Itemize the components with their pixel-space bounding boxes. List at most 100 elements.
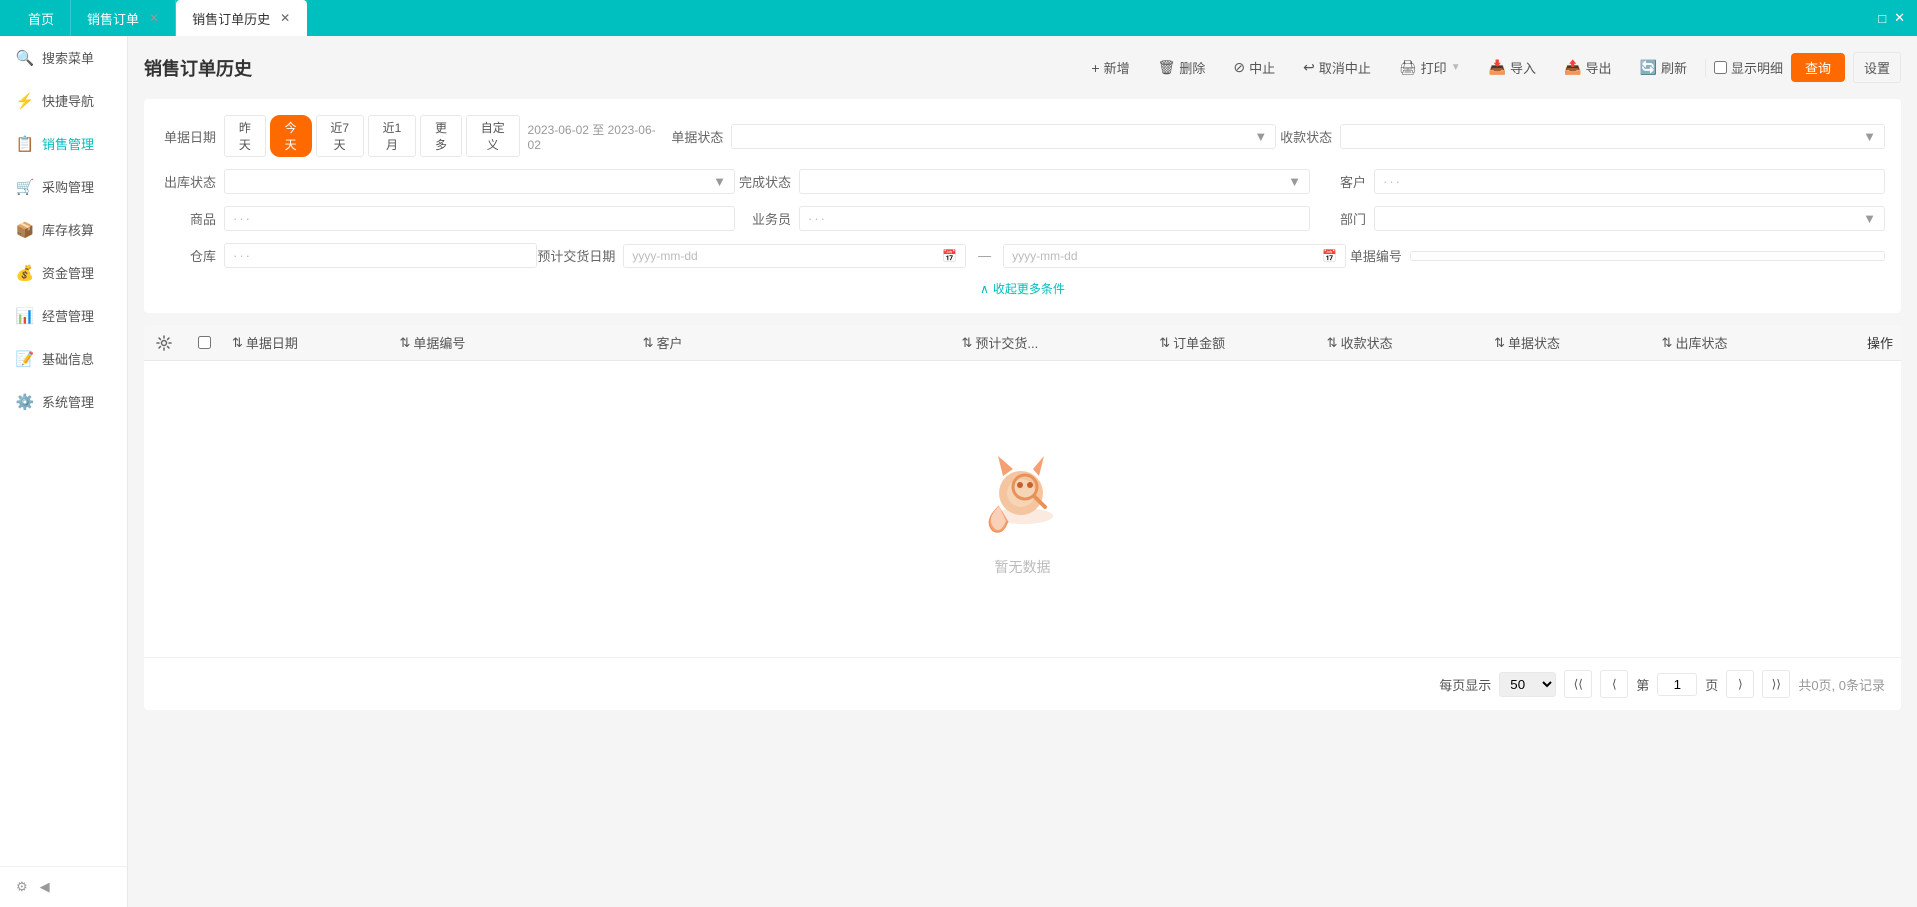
page-prev-button[interactable]: ⟨ <box>1600 670 1628 698</box>
sidebar-item-system-mgmt[interactable]: ⚙️ 系统管理 <box>0 380 127 423</box>
col-status-label: 单据状态 <box>1508 333 1560 352</box>
warehouse-dots: ··· <box>233 248 252 263</box>
select-all-checkbox[interactable] <box>198 336 211 349</box>
print-arrow-icon: ▼ <box>1451 62 1461 73</box>
delete-label: 删除 <box>1179 58 1205 77</box>
sidebar-collapse-icon[interactable]: ◀ <box>40 879 50 895</box>
date-yesterday[interactable]: 昨天 <box>224 115 266 157</box>
warehouse-input[interactable]: ··· <box>224 243 537 268</box>
query-button[interactable]: 查询 <box>1791 53 1845 82</box>
tab-home-label: 首页 <box>28 9 54 28</box>
sidebar-item-search-menu[interactable]: 🔍 搜索菜单 <box>0 36 127 79</box>
show-detail-checkbox[interactable] <box>1714 61 1727 74</box>
col-delivery-sort-icon: ⇅ <box>962 335 973 351</box>
complete-status-select[interactable]: ▼ <box>799 169 1310 194</box>
sidebar-item-sales-mgmt[interactable]: 📋 销售管理 <box>0 122 127 165</box>
page-last-button[interactable]: ⟩⟩ <box>1762 670 1790 698</box>
complete-status-label: 完成状态 <box>735 172 791 191</box>
sidebar-item-inventory[interactable]: 📦 库存核算 <box>0 208 127 251</box>
page-header: 销售订单历史 + 新增 🗑 删除 ⊘ 中止 ↩ 取消中止 <box>144 52 1901 83</box>
col-header-customer[interactable]: ⇅ 客户 <box>635 333 954 352</box>
date-more[interactable]: 更多 <box>420 115 462 157</box>
date-7days[interactable]: 近7天 <box>316 115 364 157</box>
sidebar-item-system-mgmt-label: 系统管理 <box>42 392 94 411</box>
page-next-button[interactable]: ⟩ <box>1726 670 1754 698</box>
settings-label: 设置 <box>1864 58 1890 77</box>
page-size-label: 每页显示 <box>1439 675 1491 694</box>
customer-input[interactable]: ··· <box>1374 169 1885 194</box>
col-header-delivery[interactable]: ⇅ 预计交货... <box>954 333 1152 352</box>
date-custom[interactable]: 自定义 <box>466 115 520 157</box>
filter-customer: 客户 ··· <box>1310 169 1885 194</box>
sidebar-item-quick-nav[interactable]: ⚡ 快捷导航 <box>0 79 127 122</box>
tab-home[interactable]: 首页 <box>12 0 71 36</box>
new-button[interactable]: + 新增 <box>1081 53 1139 82</box>
payment-status-select[interactable]: ▼ <box>1340 124 1885 149</box>
col-header-stock[interactable]: ⇅ 出库状态 <box>1654 333 1821 352</box>
order-number-label: 单据编号 <box>1346 246 1402 265</box>
sidebar-item-purchase-mgmt[interactable]: 🛒 采购管理 <box>0 165 127 208</box>
refresh-button[interactable]: 🔄 刷新 <box>1630 53 1697 82</box>
sidebar-item-quick-nav-label: 快捷导航 <box>42 91 94 110</box>
tab-sales-order-close[interactable]: ✕ <box>149 11 159 25</box>
tab-sales-order[interactable]: 销售订单 ✕ <box>71 0 176 36</box>
col-header-payment[interactable]: ⇅ 收款状态 <box>1319 333 1486 352</box>
export-label: 导出 <box>1585 58 1611 77</box>
settings-button[interactable]: 设置 <box>1853 52 1901 83</box>
page-number-input[interactable] <box>1657 673 1697 696</box>
filter-complete-status: 完成状态 ▼ <box>735 169 1310 194</box>
sidebar-settings-icon[interactable]: ⚙ <box>16 879 28 895</box>
import-label: 导入 <box>1510 58 1536 77</box>
col-header-status[interactable]: ⇅ 单据状态 <box>1486 333 1653 352</box>
export-button[interactable]: 📤 导出 <box>1554 53 1621 82</box>
tab-sales-order-history[interactable]: 销售订单历史 ✕ <box>176 0 307 36</box>
stop-button[interactable]: ⊘ 中止 <box>1223 53 1285 82</box>
collapse-row[interactable]: ∧ 收起更多条件 <box>160 280 1885 297</box>
date-today[interactable]: 今天 <box>270 115 312 157</box>
empty-icon <box>973 441 1073 541</box>
calendar-to-icon: 📅 <box>1322 249 1337 263</box>
sidebar-item-operations[interactable]: 📊 经营管理 <box>0 294 127 337</box>
tab-sales-order-history-close[interactable]: ✕ <box>280 11 290 25</box>
order-status-select[interactable]: ▼ <box>731 124 1276 149</box>
product-dots: ··· <box>233 211 252 226</box>
sidebar-item-finance[interactable]: 💰 资金管理 <box>0 251 127 294</box>
col-payment-sort-icon: ⇅ <box>1327 335 1338 351</box>
col-header-number[interactable]: ⇅ 单据编号 <box>391 333 634 352</box>
topbar-restore[interactable]: □ <box>1878 11 1886 26</box>
expected-delivery-to[interactable]: yyyy-mm-dd 📅 <box>1003 244 1346 268</box>
filter-product: 商品 ··· <box>160 206 735 231</box>
warehouse-label: 仓库 <box>160 246 216 265</box>
date-from-placeholder: yyyy-mm-dd <box>632 249 697 263</box>
delete-button[interactable]: 🗑 删除 <box>1148 53 1216 82</box>
table-header-row: ⇅ 单据日期 ⇅ 单据编号 ⇅ 客户 ⇅ 预计交货... ⇅ 订单金额 <box>144 325 1901 361</box>
table-settings-button[interactable] <box>144 335 184 351</box>
page-first-button[interactable]: ⟨⟨ <box>1564 670 1592 698</box>
product-input[interactable]: ··· <box>224 206 735 231</box>
stock-out-select[interactable]: ▼ <box>224 169 735 194</box>
page-size-select[interactable]: 50 10 20 100 <box>1499 672 1556 697</box>
sidebar-item-base-info[interactable]: 📝 基础信息 <box>0 337 127 380</box>
date-1month[interactable]: 近1月 <box>368 115 416 157</box>
sidebar-item-sales-mgmt-label: 销售管理 <box>42 134 94 153</box>
department-select[interactable]: ▼ <box>1374 206 1885 231</box>
customer-dots: ··· <box>1383 174 1402 189</box>
expected-delivery-from[interactable]: yyyy-mm-dd 📅 <box>623 244 966 268</box>
payment-status-arrow-icon: ▼ <box>1863 129 1876 144</box>
import-button[interactable]: 📥 导入 <box>1479 53 1546 82</box>
salesperson-input[interactable]: ··· <box>799 206 1310 231</box>
col-header-date[interactable]: ⇅ 单据日期 <box>224 333 391 352</box>
topbar-close[interactable]: ✕ <box>1894 10 1905 26</box>
order-number-input[interactable] <box>1410 251 1885 261</box>
page-title: 销售订单历史 <box>144 55 252 81</box>
col-stock-label: 出库状态 <box>1675 333 1727 352</box>
cancel-stop-button[interactable]: ↩ 取消中止 <box>1293 53 1381 82</box>
finance-icon: 💰 <box>16 264 34 282</box>
col-date-label: 单据日期 <box>246 333 298 352</box>
base-info-icon: 📝 <box>16 350 34 368</box>
show-detail-checkbox-label[interactable]: 显示明细 <box>1714 58 1783 77</box>
print-button[interactable]: 🖨 打印 ▼ <box>1389 53 1471 82</box>
col-header-amount[interactable]: ⇅ 订单金额 <box>1151 333 1318 352</box>
table-select-all[interactable] <box>184 336 224 349</box>
empty-text: 暂无数据 <box>995 557 1051 577</box>
